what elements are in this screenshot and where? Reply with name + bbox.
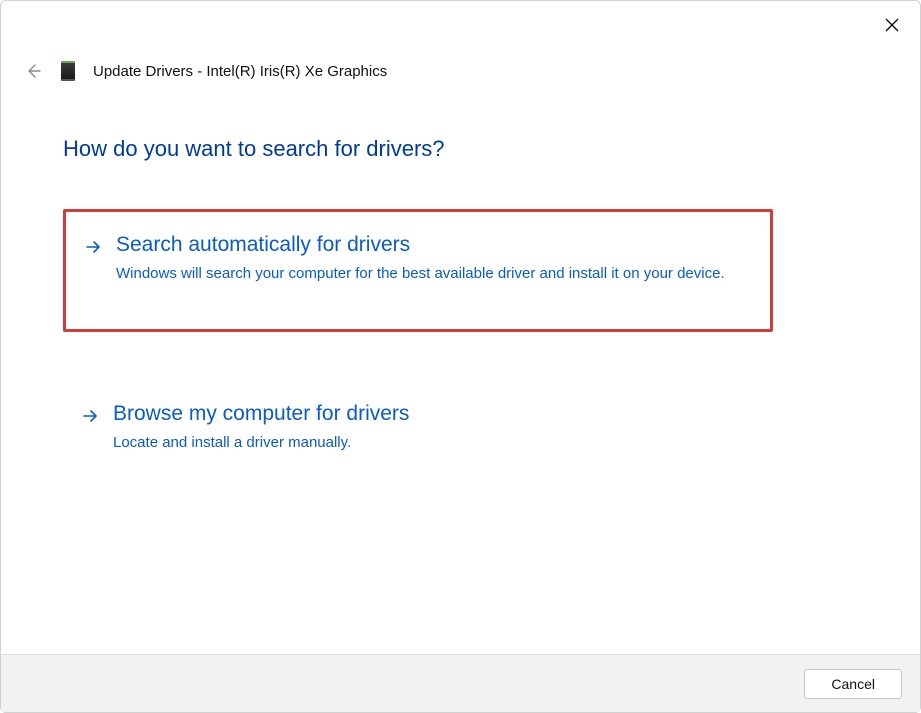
page-heading: How do you want to search for drivers? [63, 136, 445, 162]
arrow-right-icon [81, 407, 99, 430]
cancel-button[interactable]: Cancel [804, 669, 902, 699]
option-search-automatically[interactable]: Search automatically for drivers Windows… [63, 209, 773, 332]
close-button[interactable] [878, 11, 906, 39]
device-icon [61, 61, 75, 81]
close-icon [884, 17, 900, 33]
arrow-left-icon [24, 62, 42, 80]
option-description: Locate and install a driver manually. [113, 432, 409, 454]
option-title: Search automatically for drivers [116, 232, 725, 257]
option-title: Browse my computer for drivers [113, 401, 409, 426]
dialog-footer: Cancel [1, 654, 920, 712]
option-text: Search automatically for drivers Windows… [116, 232, 725, 285]
option-description: Windows will search your computer for th… [116, 263, 725, 285]
arrow-right-icon [84, 238, 102, 261]
dialog-header: Update Drivers - Intel(R) Iris(R) Xe Gra… [23, 61, 387, 81]
option-text: Browse my computer for drivers Locate an… [113, 401, 409, 454]
window-title: Update Drivers - Intel(R) Iris(R) Xe Gra… [93, 63, 387, 80]
option-browse-computer[interactable]: Browse my computer for drivers Locate an… [63, 381, 773, 478]
back-button[interactable] [23, 61, 43, 81]
